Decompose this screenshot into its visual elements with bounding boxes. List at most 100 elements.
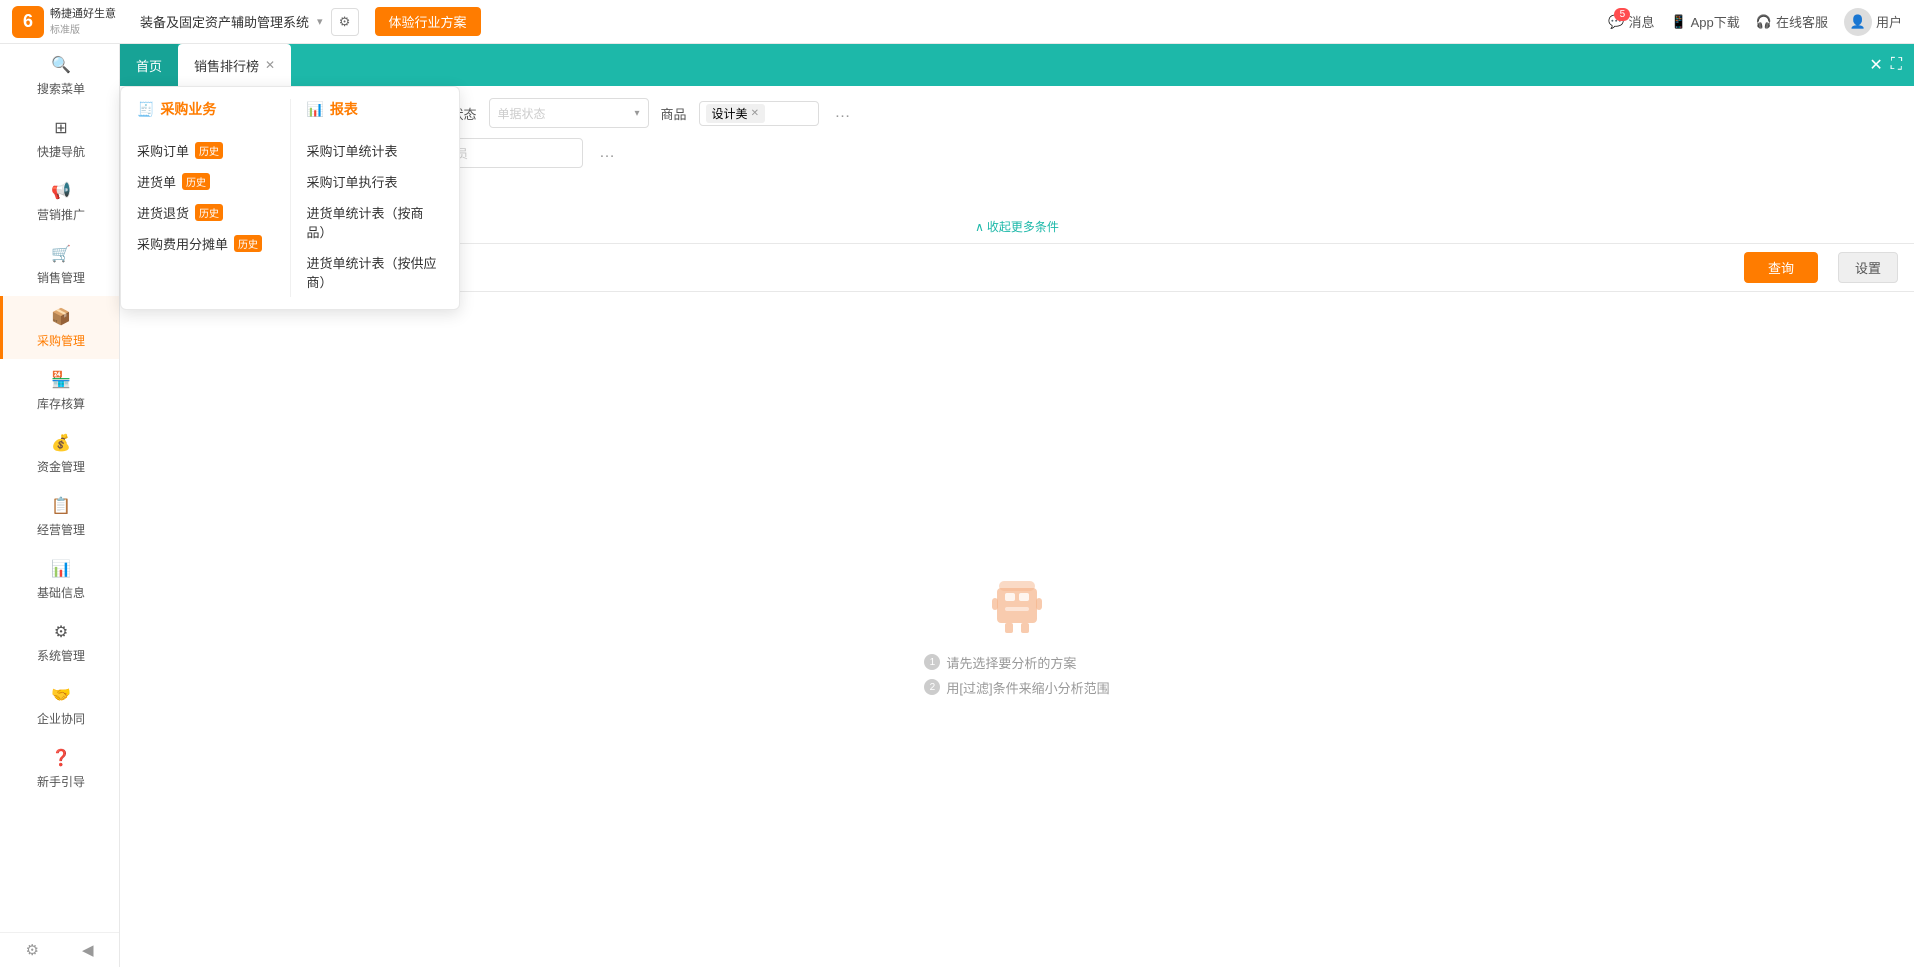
purchase-business-col: 🧾 采购业务 采购订单 历史 进货单 历史 进货退货 历史 采购费用分摊单 历史	[121, 99, 290, 297]
purchase-business-title: 🧾 采购业务	[137, 99, 274, 125]
phone-icon: 📱	[1670, 14, 1686, 30]
report-purchase-order-exec[interactable]: 采购订单执行表	[307, 166, 444, 197]
clipboard-icon: 📋	[50, 495, 72, 517]
handshake-icon: 🤝	[50, 684, 72, 706]
chevron-down-icon[interactable]: ▾	[317, 15, 323, 28]
purchase-dropdown-menu: 🧾 采购业务 采购订单 历史 进货单 历史 进货退货 历史 采购费用分摊单 历史…	[120, 86, 460, 310]
goods-tag-close-icon[interactable]: ✕	[751, 108, 759, 119]
headset-icon: 🎧	[1756, 14, 1772, 30]
sidebar: 🔍 搜索菜单 ⊞ 快捷导航 📢 营销推广 🛒 销售管理 📦 采购管理 🏪 库存核…	[0, 44, 120, 967]
sidebar-item-operations[interactable]: 📋 经营管理	[0, 485, 119, 548]
online-service-button[interactable]: 🎧 在线客服	[1756, 12, 1828, 31]
report-inbound-by-supplier[interactable]: 进货单统计表（按供应商）	[307, 247, 444, 297]
user-menu-button[interactable]: 👤 用户	[1844, 8, 1902, 36]
reports-icon: 📊	[307, 101, 324, 118]
purchase-inbound-item[interactable]: 进货单 历史	[137, 166, 274, 197]
doc-status-value: 单据状态	[498, 105, 546, 122]
empty-tip2: 用[过滤]条件来缩小分析范围	[946, 678, 1109, 697]
cart-icon: 🛒	[50, 243, 72, 265]
brand-name: 畅捷通好生意	[50, 7, 116, 21]
sidebar-bottom: ⚙ ◀	[0, 932, 119, 967]
tab-bar-actions: ✕ ⛶	[1869, 55, 1914, 75]
app-download-button[interactable]: 📱 App下载	[1670, 12, 1739, 31]
purchase-order-history-badge: 历史	[195, 142, 223, 159]
tab-bar: 首页 销售排行榜 ✕ ✕ ⛶	[120, 44, 1914, 86]
message-icon: 💬 5	[1608, 14, 1624, 30]
purchase-icon: 🧾	[137, 101, 154, 118]
sidebar-item-system[interactable]: ⚙ 系统管理	[0, 611, 119, 674]
goods-tag-input[interactable]: 设计美 ✕	[699, 101, 819, 126]
sidebar-item-cooperation[interactable]: 🤝 企业协同	[0, 674, 119, 737]
messages-button[interactable]: 💬 5 消息	[1608, 12, 1654, 31]
reports-title: 📊 报表	[307, 99, 444, 125]
empty-illustration	[977, 563, 1057, 643]
step1-num: 1	[924, 654, 940, 670]
purchase-business-label: 采购业务	[160, 99, 216, 119]
brand-edition: 标准版	[50, 21, 116, 36]
sidebar-collapse-btn[interactable]: ◀	[82, 941, 94, 959]
report-purchase-order-stats-label: 采购订单统计表	[307, 144, 398, 159]
chevron-up-icon: ∧	[975, 220, 984, 234]
goods-label: 商品	[661, 104, 687, 123]
purchase-inbound-label: 进货单	[137, 172, 176, 191]
sidebar-item-marketing[interactable]: 📢 营销推广	[0, 170, 119, 233]
goods-tag-text: 设计美	[712, 105, 748, 122]
doc-status-chevron: ▾	[635, 108, 640, 119]
purchase-order-label: 采购订单	[137, 141, 189, 160]
tab-expand-btn[interactable]: ⛶	[1891, 56, 1902, 74]
sidebar-item-quick-nav[interactable]: ⊞ 快捷导航	[0, 107, 119, 170]
search-icon: 🔍	[50, 54, 72, 76]
salesperson-more-btn[interactable]: …	[599, 144, 615, 162]
doc-status-select[interactable]: 单据状态 ▾	[489, 98, 649, 128]
purchase-return-label: 进货退货	[137, 203, 189, 222]
tab-home[interactable]: 首页	[120, 44, 178, 86]
top-header: 6 畅捷通好生意 标准版 装备及固定资产辅助管理系统 ▾ ⚙ 体验行业方案 💬 …	[0, 0, 1914, 44]
sidebar-label-finance: 资金管理	[37, 458, 85, 475]
report-inbound-by-goods[interactable]: 进货单统计表（按商品）	[307, 197, 444, 247]
sidebar-item-guide[interactable]: ❓ 新手引导	[0, 737, 119, 800]
tab-close-icon[interactable]: ✕	[265, 58, 275, 72]
collapse-more-conditions-btn[interactable]: ∧ 收起更多条件	[975, 218, 1059, 235]
sidebar-item-finance[interactable]: 💰 资金管理	[0, 422, 119, 485]
sidebar-label-cooperation: 企业协同	[37, 710, 85, 727]
report-purchase-order-stats[interactable]: 采购订单统计表	[307, 135, 444, 166]
empty-state: 1 请先选择要分析的方案 2 用[过滤]条件来缩小分析范围	[120, 292, 1914, 967]
system-title-area: 装备及固定资产辅助管理系统 ▾ ⚙ 体验行业方案	[140, 7, 1608, 36]
sidebar-item-search[interactable]: 🔍 搜索菜单	[0, 44, 119, 107]
industry-button[interactable]: 体验行业方案	[375, 7, 481, 36]
query-button[interactable]: 查询	[1744, 252, 1818, 283]
sidebar-item-sales[interactable]: 🛒 销售管理	[0, 233, 119, 296]
megaphone-icon: 📢	[50, 180, 72, 202]
collapse-label: 收起更多条件	[987, 218, 1059, 235]
sidebar-item-basic-info[interactable]: 📊 基础信息	[0, 548, 119, 611]
app-download-label: App下载	[1691, 12, 1740, 31]
sidebar-label-marketing: 营销推广	[37, 206, 85, 223]
sidebar-label-guide: 新手引导	[37, 773, 85, 790]
purchase-return-item[interactable]: 进货退货 历史	[137, 197, 274, 228]
purchase-order-item[interactable]: 采购订单 历史	[137, 135, 274, 166]
messages-badge: 5	[1614, 8, 1630, 21]
tab-close-all-btn[interactable]: ✕	[1869, 55, 1882, 75]
tab-sales-rank-label: 销售排行榜	[194, 56, 259, 75]
report-purchase-order-exec-label: 采购订单执行表	[307, 175, 398, 190]
grid-icon: ⊞	[50, 117, 72, 139]
sidebar-label-quick-nav: 快捷导航	[37, 143, 85, 160]
system-title-text: 装备及固定资产辅助管理系统	[140, 12, 309, 31]
chart-icon: 📊	[50, 558, 72, 580]
gear-button[interactable]: ⚙	[331, 8, 359, 36]
goods-more-btn[interactable]: …	[835, 104, 851, 122]
report-inbound-by-supplier-label: 进货单统计表（按供应商）	[307, 256, 437, 290]
box-icon: 📦	[50, 306, 72, 328]
tab-sales-rank[interactable]: 销售排行榜 ✕	[178, 44, 291, 86]
purchase-expense-item[interactable]: 采购费用分摊单 历史	[137, 228, 274, 259]
sidebar-item-inventory[interactable]: 🏪 库存核算	[0, 359, 119, 422]
purchase-return-history-badge: 历史	[195, 204, 223, 221]
settings-button[interactable]: 设置	[1838, 252, 1898, 283]
sidebar-label-purchase: 采购管理	[37, 332, 85, 349]
sidebar-settings-btn[interactable]: ⚙	[26, 941, 39, 959]
settings-icon: ⚙	[50, 621, 72, 643]
sidebar-label-basic-info: 基础信息	[37, 584, 85, 601]
sidebar-label-inventory: 库存核算	[37, 395, 85, 412]
sidebar-item-purchase[interactable]: 📦 采购管理	[0, 296, 119, 359]
sidebar-label-sales: 销售管理	[37, 269, 85, 286]
